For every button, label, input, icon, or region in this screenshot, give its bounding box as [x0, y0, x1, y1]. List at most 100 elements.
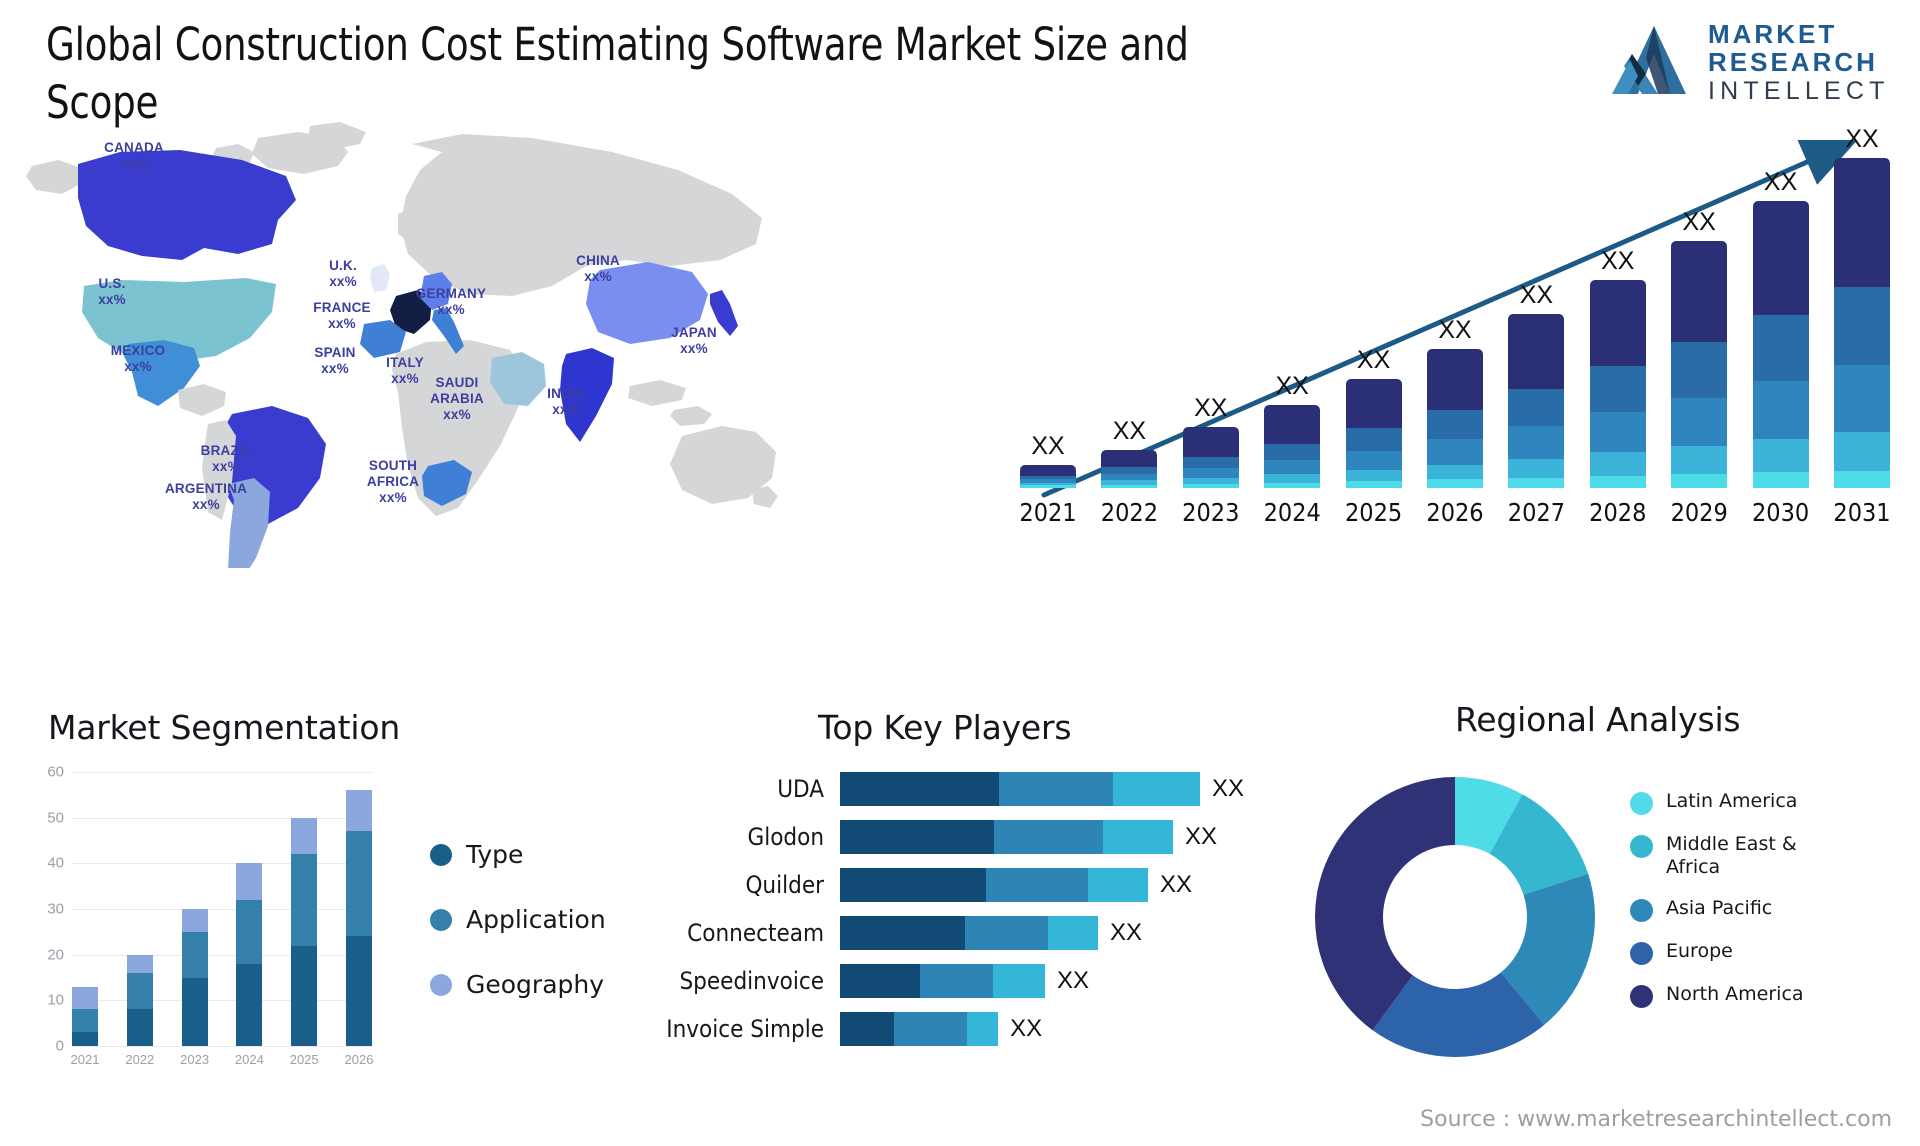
market-size-forecast-chart: XX 2021 XX 2022 XX 2023 XX 2024 XX 2025 XX 2026 XX 20…	[1000, 125, 1910, 560]
legend-dot-icon	[1630, 792, 1653, 815]
forecast-bar-value-label: XX	[1438, 316, 1472, 345]
segmentation-bar-segment	[126, 1009, 153, 1046]
forecast-bar-segment	[1752, 472, 1809, 488]
player-row: Glodon XX	[620, 818, 1320, 856]
map-label-india: INDIA xx%	[547, 386, 585, 418]
map-label-saudi-arabia: SAUDI ARABIA xx%	[430, 375, 484, 423]
map-label-value: xx%	[329, 274, 357, 289]
player-name: UDA	[777, 775, 824, 803]
forecast-bar-segment	[1671, 241, 1728, 343]
segmentation-x-label: 2022	[125, 1052, 155, 1067]
forecast-bar: XX 2030	[1752, 168, 1809, 527]
player-bar-segment	[1103, 820, 1173, 854]
player-value-label: XX	[1110, 919, 1143, 946]
forecast-year-label: 2023	[1182, 498, 1240, 527]
regional-legend-item: North America	[1630, 983, 1846, 1008]
player-bar	[840, 1012, 999, 1046]
legend-dot-icon	[430, 843, 452, 866]
map-label-germany: GERMANY xx%	[416, 286, 486, 318]
segmentation-bar-segment	[72, 1032, 98, 1046]
forecast-bar: XX 2021	[1019, 432, 1076, 527]
forecast-bar-segment	[1752, 315, 1809, 382]
map-label-value: xx%	[120, 156, 148, 171]
forecast-year-label: 2030	[1751, 498, 1810, 527]
forecast-bar-segment	[1345, 469, 1402, 482]
forecast-bar-segment	[1589, 366, 1646, 413]
forecast-bar-segment	[1182, 468, 1239, 478]
map-label-country: CANADA	[104, 140, 164, 155]
forecast-bar-segment	[1752, 200, 1809, 316]
forecast-bar-segment	[1834, 432, 1890, 471]
forecast-year-label: 2021	[1019, 498, 1077, 527]
regional-donut-svg	[1315, 777, 1595, 1057]
player-bar-segment	[993, 820, 1104, 854]
y-axis-tick: 30	[47, 900, 64, 918]
player-bar-segment	[894, 1012, 967, 1046]
segmentation-legend-label: Geography	[466, 970, 605, 999]
forecast-year-label: 2022	[1100, 498, 1159, 527]
segmentation-bar-segment	[181, 977, 208, 1046]
source-text: Source : www.marketresearchintellect.com	[1420, 1107, 1892, 1132]
page-title: Global Construction Cost Estimating Soft…	[46, 18, 1189, 129]
forecast-bar-segment	[1589, 279, 1646, 367]
gridline	[72, 863, 372, 865]
regional-legend-item: Europe	[1630, 940, 1846, 965]
player-name: Invoice Simple	[666, 1015, 824, 1043]
market-segmentation-title: Market Segmentation	[48, 708, 401, 747]
map-label-value: xx%	[379, 490, 407, 505]
player-bar-segment	[1112, 772, 1200, 806]
forecast-bar-segment	[1671, 446, 1728, 475]
player-bar-segment	[840, 964, 921, 998]
y-axis-tick: 10	[47, 991, 64, 1009]
gridline	[72, 1046, 372, 1047]
player-bar-segment	[964, 916, 1049, 950]
regional-legend-label: North America	[1666, 983, 1804, 1005]
player-bar	[840, 772, 1200, 806]
map-label-value: xx%	[192, 497, 220, 512]
player-row: Quilder XX	[620, 866, 1320, 904]
player-bar-segment	[840, 820, 994, 854]
map-label-country: SOUTH AFRICA	[366, 458, 420, 489]
forecast-bar: XX 2023	[1182, 394, 1239, 527]
player-bar-segment	[840, 868, 986, 902]
forecast-bar-segment	[1345, 378, 1402, 429]
player-name: Speedinvoice	[679, 967, 824, 995]
forecast-bar: XX 2025	[1345, 346, 1402, 527]
player-bar	[840, 868, 1148, 902]
player-bar-segment	[840, 916, 965, 950]
segmentation-bar-segment	[346, 936, 372, 1046]
forecast-bar-segment	[1589, 475, 1646, 488]
segmentation-x-label: 2024	[234, 1052, 264, 1067]
map-label-value: xx%	[321, 361, 349, 376]
map-country-uk	[370, 264, 390, 292]
forecast-bar-value-label: XX	[1763, 167, 1798, 196]
map-label-italy: ITALY xx%	[386, 355, 424, 387]
map-label-value: xx%	[680, 341, 708, 356]
forecast-bar-segment	[1264, 460, 1321, 475]
segmentation-legend-label: Application	[466, 905, 606, 934]
segmentation-legend-item: Geography	[430, 970, 606, 999]
forecast-year-label: 2028	[1589, 498, 1647, 527]
regional-legend-item: Middle East & Africa	[1630, 833, 1846, 879]
logo-mark-icon	[1612, 26, 1686, 94]
regional-analysis-chart: Latin America Middle East & Africa Asia Pa…	[1290, 690, 1920, 1110]
forecast-bar-segment	[1508, 458, 1565, 478]
forecast-year-label: 2025	[1344, 498, 1403, 527]
map-label-south-africa: SOUTH AFRICA xx%	[367, 458, 419, 506]
map-label-country: ITALY	[386, 355, 424, 370]
map-label-country: GERMANY	[415, 286, 487, 301]
forecast-bar-segment	[1345, 481, 1402, 488]
forecast-bar-segment	[1671, 397, 1728, 447]
segmentation-bar-segment	[181, 909, 208, 932]
segmentation-bar-segment	[291, 854, 318, 946]
forecast-bar: XX 2027	[1508, 281, 1565, 527]
map-label-country: CHINA	[576, 253, 620, 268]
map-label-country: JAPAN	[671, 325, 717, 340]
forecast-bar-segment	[1671, 342, 1728, 398]
forecast-bar-segment	[1752, 381, 1809, 440]
forecast-bar-value-label: XX	[1194, 394, 1228, 423]
player-bar-segment	[840, 772, 1000, 806]
forecast-bar-value-label: XX	[1519, 281, 1554, 310]
forecast-bar: XX 2031	[1833, 125, 1890, 527]
y-axis-tick: 20	[47, 946, 64, 964]
